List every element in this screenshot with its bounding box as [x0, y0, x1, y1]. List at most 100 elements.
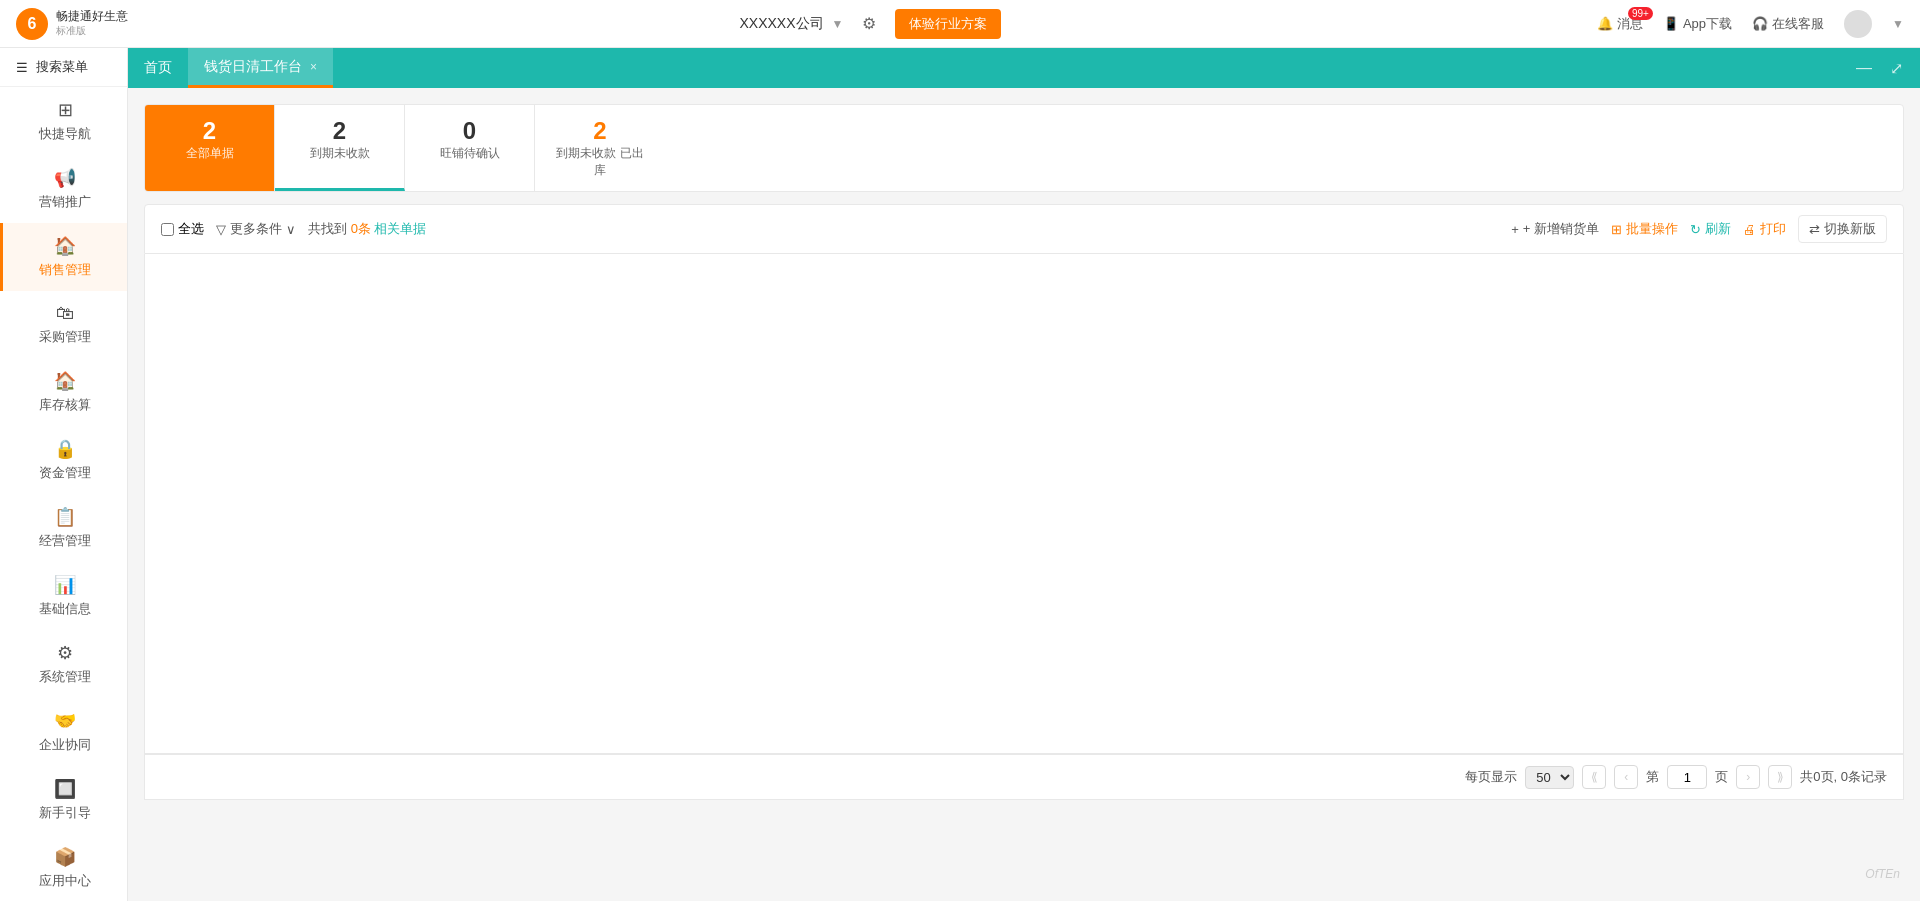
print-icon: 🖨	[1743, 222, 1756, 237]
tab-close-icon[interactable]: ×	[310, 60, 317, 74]
logo-title: 畅捷通好生意	[56, 9, 128, 23]
page-next-button[interactable]: ›	[1736, 765, 1760, 789]
batch-label: 批量操作	[1626, 220, 1678, 238]
operations-icon: 📋	[54, 506, 76, 528]
per-page-label: 每页显示	[1465, 768, 1517, 786]
tab-active[interactable]: 钱货日清工作台 ×	[188, 48, 333, 88]
per-page-select[interactable]: 50	[1525, 766, 1574, 789]
online-service-label: 在线客服	[1772, 15, 1824, 33]
sidebar-label-enterprise: 企业协同	[39, 736, 91, 754]
sidebar-label-guide: 新手引导	[39, 804, 91, 822]
sidebar-label-basic-info: 基础信息	[39, 600, 91, 618]
page-last-button[interactable]: ⟫	[1768, 765, 1792, 789]
main-content: 2 全部单据 2 到期未收款 0 旺铺待确认 2 到期未收款 已出库 全选 ▽ …	[128, 88, 1920, 901]
select-all-input[interactable]	[161, 223, 174, 236]
page-first-button[interactable]: ⟪	[1582, 765, 1606, 789]
add-sales-button[interactable]: + + 新增销货单	[1511, 220, 1599, 238]
logo-sub: 标准版	[56, 24, 128, 38]
sidebar-label-operations: 经营管理	[39, 532, 91, 550]
header-right: 🔔 消息 99+ 📱 App下载 🎧 在线客服 ▼	[1597, 10, 1904, 38]
sales-icon: 🏠	[54, 235, 76, 257]
stat-tab-all[interactable]: 2 全部单据	[145, 105, 275, 191]
sidebar-item-quick-nav[interactable]: ⊞ 快捷导航	[0, 87, 127, 155]
page-total: 共0页, 0条记录	[1800, 768, 1887, 786]
marketing-icon: 📢	[54, 167, 76, 189]
sidebar-search-label: 搜索菜单	[36, 58, 88, 76]
select-all-checkbox[interactable]: 全选	[161, 220, 204, 238]
online-service-button[interactable]: 🎧 在线客服	[1752, 15, 1824, 33]
sidebar: ☰ 搜索菜单 ⊞ 快捷导航 📢 营销推广 🏠 销售管理 🛍 采购管理 🏠 库存核…	[0, 48, 128, 901]
stat-label-all: 全部单据	[161, 145, 258, 162]
sidebar-item-system[interactable]: ⚙ 系统管理	[0, 630, 127, 698]
stat-tab-overdue-shipped[interactable]: 2 到期未收款 已出库	[535, 105, 665, 191]
related-link[interactable]: 相关单据	[374, 221, 426, 236]
page-prev-button[interactable]: ‹	[1614, 765, 1638, 789]
guide-icon: 🔲	[54, 778, 76, 800]
username-dropdown[interactable]: ▼	[1892, 17, 1904, 31]
refresh-icon: ↻	[1690, 222, 1701, 237]
sidebar-item-guide[interactable]: 🔲 新手引导	[0, 766, 127, 834]
toolbar-left: 全选 ▽ 更多条件 ∨ 共找到 0条 相关单据	[161, 220, 426, 238]
app-center-icon: 📦	[54, 846, 76, 868]
tab-minimize-button[interactable]: —	[1852, 56, 1876, 80]
sidebar-item-finance[interactable]: 🔒 资金管理	[0, 426, 127, 494]
sidebar-label-app-center: 应用中心	[39, 872, 91, 890]
stats-tabs: 2 全部单据 2 到期未收款 0 旺铺待确认 2 到期未收款 已出库	[144, 104, 1904, 192]
tab-home[interactable]: 首页	[128, 48, 188, 88]
page-label: 第	[1646, 768, 1659, 786]
filter-button[interactable]: ▽ 更多条件 ∨	[216, 220, 296, 238]
bell-icon: 🔔	[1597, 16, 1613, 31]
sidebar-label-quick-nav: 快捷导航	[39, 125, 91, 143]
finance-icon: 🔒	[54, 438, 76, 460]
sidebar-label-purchase: 采购管理	[39, 328, 91, 346]
pagination: 每页显示 50 ⟪ ‹ 第 1 页 › ⟫ 共0页, 0条记录	[144, 754, 1904, 800]
gear-icon: ⚙	[862, 14, 876, 33]
settings-button[interactable]: ⚙	[855, 10, 883, 38]
batch-icon: ⊞	[1611, 222, 1622, 237]
stat-label-pending: 旺铺待确认	[421, 145, 518, 162]
sidebar-label-finance: 资金管理	[39, 464, 91, 482]
phone-icon: 📱	[1663, 16, 1679, 31]
toolbar-right: + + 新增销货单 ⊞ 批量操作 ↻ 刷新 🖨 打印 ⇄ 切换新版	[1511, 215, 1887, 243]
sidebar-item-operations[interactable]: 📋 经营管理	[0, 494, 127, 562]
sidebar-item-app-center[interactable]: 📦 应用中心	[0, 834, 127, 901]
message-button[interactable]: 🔔 消息 99+	[1597, 15, 1643, 33]
refresh-button[interactable]: ↻ 刷新	[1690, 220, 1731, 238]
experience-button[interactable]: 体验行业方案	[895, 9, 1001, 39]
switch-icon: ⇄	[1809, 222, 1820, 237]
sidebar-item-sales[interactable]: 🏠 销售管理	[0, 223, 127, 291]
sidebar-search[interactable]: ☰ 搜索菜单	[0, 48, 127, 87]
sidebar-item-inventory[interactable]: 🏠 库存核算	[0, 358, 127, 426]
sidebar-item-purchase[interactable]: 🛍 采购管理	[0, 291, 127, 358]
stat-tab-pending[interactable]: 0 旺铺待确认	[405, 105, 535, 191]
purchase-icon: 🛍	[56, 303, 74, 324]
batch-operation-button[interactable]: ⊞ 批量操作	[1611, 220, 1678, 238]
stat-tab-overdue[interactable]: 2 到期未收款	[275, 105, 405, 191]
watermark-text: OfTEn	[1865, 867, 1900, 881]
select-all-label: 全选	[178, 220, 204, 238]
sidebar-item-basic-info[interactable]: 📊 基础信息	[0, 562, 127, 630]
print-button[interactable]: 🖨 打印	[1743, 220, 1786, 238]
sidebar-item-enterprise[interactable]: 🤝 企业协同	[0, 698, 127, 766]
logo-icon: 6	[16, 8, 48, 40]
stat-num-overdue-shipped: 2	[551, 117, 649, 145]
found-text: 共找到 0条 相关单据	[308, 220, 426, 238]
headset-icon: 🎧	[1752, 16, 1768, 31]
sidebar-label-sales: 销售管理	[39, 261, 91, 279]
sidebar-item-marketing[interactable]: 📢 营销推广	[0, 155, 127, 223]
sidebar-label-system: 系统管理	[39, 668, 91, 686]
switch-version-button[interactable]: ⇄ 切换新版	[1798, 215, 1887, 243]
tab-maximize-button[interactable]: ⤢	[1884, 56, 1908, 80]
company-selector[interactable]: XXXXXX公司 ▼	[740, 15, 844, 33]
found-prefix: 共找到	[308, 221, 347, 236]
company-name: XXXXXX公司	[740, 15, 824, 33]
avatar[interactable]	[1844, 10, 1872, 38]
page-input[interactable]: 1	[1667, 765, 1707, 789]
quick-nav-icon: ⊞	[58, 99, 73, 121]
company-arrow-icon[interactable]: ▼	[832, 17, 844, 31]
logo-area: 6 畅捷通好生意 标准版	[16, 8, 144, 40]
app-download-button[interactable]: 📱 App下载	[1663, 15, 1732, 33]
enterprise-icon: 🤝	[54, 710, 76, 732]
message-badge: 99+	[1628, 7, 1653, 20]
print-label: 打印	[1760, 220, 1786, 238]
